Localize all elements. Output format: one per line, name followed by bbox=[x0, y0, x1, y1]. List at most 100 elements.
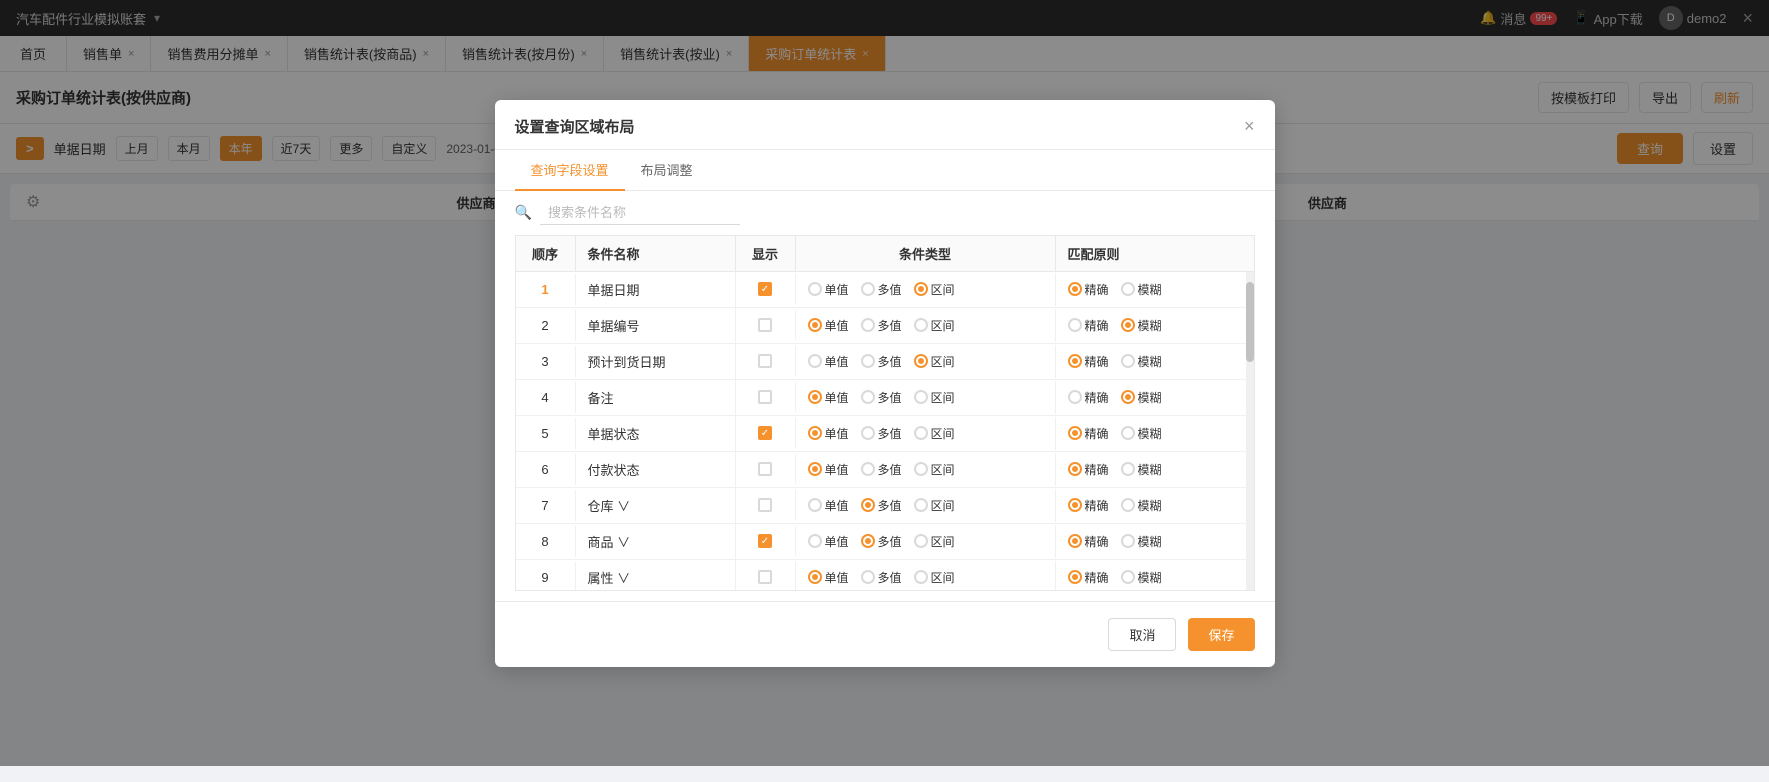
tab-layout-adjust[interactable]: 布局调整 bbox=[625, 150, 709, 191]
show-cell[interactable]: ✓ bbox=[736, 418, 796, 448]
radio-fuzzy-2[interactable]: 模糊 bbox=[1121, 317, 1162, 334]
show-cell[interactable] bbox=[736, 454, 796, 484]
radio-single-2[interactable]: 单值 bbox=[808, 317, 849, 334]
radio-fuzzy-5[interactable]: 模糊 bbox=[1121, 425, 1162, 442]
match-cell: 精确 模糊 bbox=[1056, 273, 1255, 306]
type-cell: 单值 多值 区间 bbox=[796, 309, 1056, 342]
radio-single-5[interactable]: 单值 bbox=[808, 425, 849, 442]
radio-single-3[interactable]: 单值 bbox=[808, 353, 849, 370]
table-row: 3 预计到货日期 单值 多值 区间 精确 bbox=[516, 344, 1254, 380]
radio-multi-7[interactable]: 多值 bbox=[861, 497, 902, 514]
radio-exact-5[interactable]: 精确 bbox=[1068, 425, 1109, 442]
scrollbar-thumb[interactable] bbox=[1246, 282, 1254, 362]
radio-multi-8[interactable]: 多值 bbox=[861, 533, 902, 550]
order-cell: 4 bbox=[516, 382, 576, 413]
radio-exact-3[interactable]: 精确 bbox=[1068, 353, 1109, 370]
col-match: 匹配原则 bbox=[1056, 236, 1275, 271]
radio-single-4[interactable]: 单值 bbox=[808, 389, 849, 406]
cancel-button[interactable]: 取消 bbox=[1108, 618, 1176, 651]
show-cell[interactable] bbox=[736, 562, 796, 591]
radio-single-6[interactable]: 单值 bbox=[808, 461, 849, 478]
radio-range-8[interactable]: 区间 bbox=[914, 533, 955, 550]
radio-range-7[interactable]: 区间 bbox=[914, 497, 955, 514]
tab-query-fields[interactable]: 查询字段设置 bbox=[515, 150, 625, 191]
search-input[interactable] bbox=[540, 201, 740, 225]
name-cell: 单据编号 bbox=[576, 308, 736, 343]
radio-range-6[interactable]: 区间 bbox=[914, 461, 955, 478]
radio-range-3[interactable]: 区间 bbox=[914, 353, 955, 370]
radio-multi-4[interactable]: 多值 bbox=[861, 389, 902, 406]
match-cell: 精确 模糊 bbox=[1056, 489, 1255, 522]
radio-exact-4[interactable]: 精确 bbox=[1068, 389, 1109, 406]
show-cell[interactable] bbox=[736, 346, 796, 376]
checkbox-6[interactable] bbox=[758, 462, 772, 476]
radio-multi-9[interactable]: 多值 bbox=[861, 569, 902, 586]
type-cell: 单值 多值 区间 bbox=[796, 525, 1056, 558]
checkbox-7[interactable] bbox=[758, 498, 772, 512]
radio-range-4[interactable]: 区间 bbox=[914, 389, 955, 406]
checkbox-1[interactable]: ✓ bbox=[758, 282, 772, 296]
match-cell: 精确 模糊 bbox=[1056, 381, 1255, 414]
table-row: 9 属性 ∨ 单值 多值 区间 精确 bbox=[516, 560, 1254, 591]
radio-multi-2[interactable]: 多值 bbox=[861, 317, 902, 334]
radio-fuzzy-4[interactable]: 模糊 bbox=[1121, 389, 1162, 406]
radio-exact-8[interactable]: 精确 bbox=[1068, 533, 1109, 550]
match-cell: 精确 模糊 bbox=[1056, 525, 1255, 558]
radio-exact-2[interactable]: 精确 bbox=[1068, 317, 1109, 334]
checkbox-8[interactable]: ✓ bbox=[758, 534, 772, 548]
type-cell: 单值 多值 区间 bbox=[796, 489, 1056, 522]
radio-fuzzy-8[interactable]: 模糊 bbox=[1121, 533, 1162, 550]
dialog-table: 顺序 条件名称 显示 条件类型 匹配原则 1 单据日期 ✓ 单值 bbox=[495, 235, 1275, 591]
name-cell: 仓库 ∨ bbox=[576, 488, 736, 523]
radio-single-8[interactable]: 单值 bbox=[808, 533, 849, 550]
show-cell[interactable]: ✓ bbox=[736, 526, 796, 556]
radio-fuzzy-3[interactable]: 模糊 bbox=[1121, 353, 1162, 370]
show-cell[interactable] bbox=[736, 382, 796, 412]
radio-multi-5[interactable]: 多值 bbox=[861, 425, 902, 442]
order-cell: 1 bbox=[516, 274, 576, 305]
match-cell: 精确 模糊 bbox=[1056, 345, 1255, 378]
checkbox-2[interactable] bbox=[758, 318, 772, 332]
radio-exact-6[interactable]: 精确 bbox=[1068, 461, 1109, 478]
radio-range-5[interactable]: 区间 bbox=[914, 425, 955, 442]
checkbox-5[interactable]: ✓ bbox=[758, 426, 772, 440]
search-box: 🔍 bbox=[495, 191, 1275, 235]
order-cell: 3 bbox=[516, 346, 576, 377]
radio-fuzzy-1[interactable]: 模糊 bbox=[1121, 281, 1162, 298]
radio-range-9[interactable]: 区间 bbox=[914, 569, 955, 586]
dialog-close-button[interactable]: × bbox=[1244, 117, 1255, 135]
radio-multi-6[interactable]: 多值 bbox=[861, 461, 902, 478]
dialog: 设置查询区域布局 × 查询字段设置 布局调整 🔍 顺序 条件名称 显示 条件类型 bbox=[495, 100, 1275, 667]
order-cell: 6 bbox=[516, 454, 576, 485]
radio-fuzzy-6[interactable]: 模糊 bbox=[1121, 461, 1162, 478]
radio-exact-1[interactable]: 精确 bbox=[1068, 281, 1109, 298]
checkbox-3[interactable] bbox=[758, 354, 772, 368]
order-cell: 9 bbox=[516, 562, 576, 591]
table-row: 5 单据状态 ✓ 单值 多值 区间 精确 bbox=[516, 416, 1254, 452]
radio-exact-9[interactable]: 精确 bbox=[1068, 569, 1109, 586]
save-button[interactable]: 保存 bbox=[1188, 618, 1254, 651]
radio-multi-3[interactable]: 多值 bbox=[861, 353, 902, 370]
radio-multi-1[interactable]: 多值 bbox=[861, 281, 902, 298]
col-show: 显示 bbox=[736, 236, 796, 271]
col-type: 条件类型 bbox=[796, 236, 1056, 271]
radio-range-1[interactable]: 区间 bbox=[914, 281, 955, 298]
checkbox-4[interactable] bbox=[758, 390, 772, 404]
search-icon: 🔍 bbox=[515, 204, 532, 221]
radio-exact-7[interactable]: 精确 bbox=[1068, 497, 1109, 514]
scrollbar[interactable] bbox=[1246, 272, 1254, 590]
radio-single-9[interactable]: 单值 bbox=[808, 569, 849, 586]
dialog-footer: 取消 保存 bbox=[495, 601, 1275, 667]
name-cell: 属性 ∨ bbox=[576, 560, 736, 591]
radio-fuzzy-7[interactable]: 模糊 bbox=[1121, 497, 1162, 514]
show-cell[interactable] bbox=[736, 490, 796, 520]
name-cell: 单据状态 bbox=[576, 416, 736, 451]
show-cell[interactable] bbox=[736, 310, 796, 340]
order-cell: 2 bbox=[516, 310, 576, 341]
checkbox-9[interactable] bbox=[758, 570, 772, 584]
radio-range-2[interactable]: 区间 bbox=[914, 317, 955, 334]
radio-fuzzy-9[interactable]: 模糊 bbox=[1121, 569, 1162, 586]
show-cell[interactable]: ✓ bbox=[736, 274, 796, 304]
radio-single-7[interactable]: 单值 bbox=[808, 497, 849, 514]
radio-single-1[interactable]: 单值 bbox=[808, 281, 849, 298]
